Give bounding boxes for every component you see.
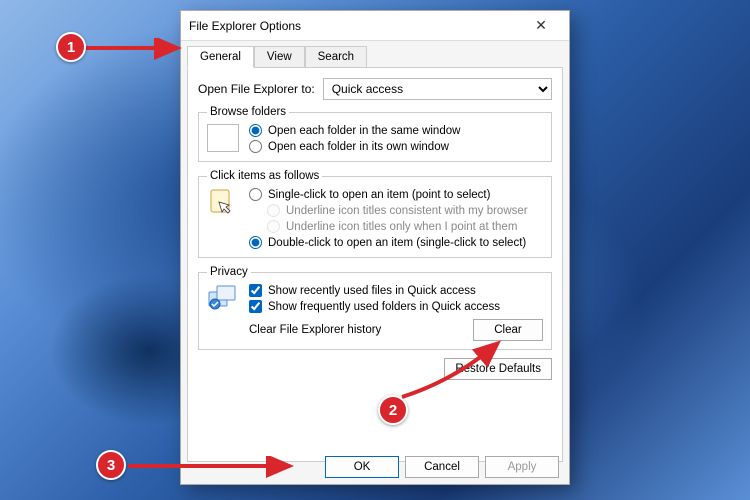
close-icon: ✕ — [535, 17, 547, 34]
radio-own-window-input[interactable] — [249, 140, 262, 153]
browse-folders-legend: Browse folders — [207, 106, 289, 118]
annotation-badge-1: 1 — [56, 32, 86, 62]
clear-button[interactable]: Clear — [473, 319, 543, 341]
radio-double-click[interactable]: Double-click to open an item (single-cli… — [249, 236, 543, 249]
check-frequent-folders-label: Show frequently used folders in Quick ac… — [268, 301, 500, 313]
privacy-legend: Privacy — [207, 266, 251, 278]
radio-own-window-label: Open each folder in its own window — [268, 141, 449, 153]
annotation-badge-3: 3 — [96, 450, 126, 480]
tab-search[interactable]: Search — [305, 46, 367, 68]
privacy-group: Privacy Show recently used files in Quic… — [198, 266, 552, 350]
clear-history-row: Clear File Explorer history Clear — [249, 319, 543, 341]
restore-defaults-button[interactable]: Restore Defaults — [444, 358, 552, 380]
radio-underline-point: Underline icon titles only when I point … — [267, 220, 543, 233]
radio-single-click-input[interactable] — [249, 188, 262, 201]
check-recent-files-label: Show recently used files in Quick access — [268, 285, 476, 297]
click-items-group: Click items as follows Single-click to o… — [198, 170, 552, 258]
radio-underline-browser: Underline icon titles consistent with my… — [267, 204, 543, 217]
privacy-icon — [207, 284, 239, 312]
check-recent-files[interactable]: Show recently used files in Quick access — [249, 284, 543, 297]
radio-own-window[interactable]: Open each folder in its own window — [249, 140, 543, 153]
clear-history-label: Clear File Explorer history — [249, 324, 381, 336]
click-items-icon — [207, 188, 239, 220]
window-title: File Explorer Options — [189, 19, 521, 33]
close-button[interactable]: ✕ — [521, 12, 561, 40]
tab-strip: General View Search — [181, 41, 569, 67]
open-explorer-row: Open File Explorer to: Quick access — [198, 78, 552, 100]
radio-underline-browser-input — [267, 204, 280, 217]
browse-folders-icon — [207, 124, 239, 152]
titlebar: File Explorer Options ✕ — [181, 11, 569, 41]
radio-double-click-label: Double-click to open an item (single-cli… — [268, 237, 526, 249]
radio-same-window-input[interactable] — [249, 124, 262, 137]
check-recent-files-input[interactable] — [249, 284, 262, 297]
radio-single-click[interactable]: Single-click to open an item (point to s… — [249, 188, 543, 201]
file-explorer-options-dialog: File Explorer Options ✕ General View Sea… — [180, 10, 570, 485]
check-frequent-folders[interactable]: Show frequently used folders in Quick ac… — [249, 300, 543, 313]
radio-underline-point-input — [267, 220, 280, 233]
browse-folders-group: Browse folders Open each folder in the s… — [198, 106, 552, 162]
dialog-buttons: OK Cancel Apply — [181, 456, 569, 478]
annotation-badge-2: 2 — [378, 395, 408, 425]
radio-underline-point-label: Underline icon titles only when I point … — [286, 221, 517, 233]
check-frequent-folders-input[interactable] — [249, 300, 262, 313]
tab-general[interactable]: General — [187, 46, 254, 68]
restore-row: Restore Defaults — [198, 358, 552, 380]
radio-same-window-label: Open each folder in the same window — [268, 125, 460, 137]
radio-underline-browser-label: Underline icon titles consistent with my… — [286, 205, 528, 217]
click-items-legend: Click items as follows — [207, 170, 322, 182]
tab-view[interactable]: View — [254, 46, 305, 68]
radio-same-window[interactable]: Open each folder in the same window — [249, 124, 543, 137]
ok-button[interactable]: OK — [325, 456, 399, 478]
radio-single-click-label: Single-click to open an item (point to s… — [268, 189, 490, 201]
open-explorer-select[interactable]: Quick access — [323, 78, 552, 100]
radio-double-click-input[interactable] — [249, 236, 262, 249]
cancel-button[interactable]: Cancel — [405, 456, 479, 478]
open-explorer-label: Open File Explorer to: — [198, 82, 315, 96]
tab-panel-general: Open File Explorer to: Quick access Brow… — [187, 67, 563, 462]
apply-button[interactable]: Apply — [485, 456, 559, 478]
